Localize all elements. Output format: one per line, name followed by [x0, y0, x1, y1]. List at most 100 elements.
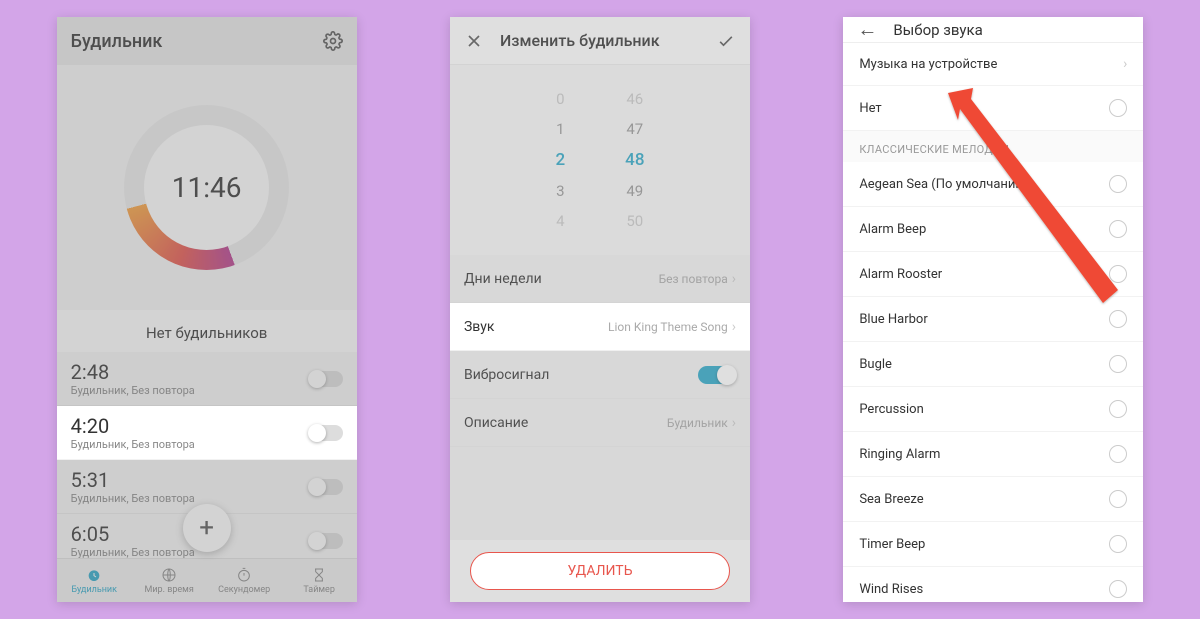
- stopwatch-icon: [236, 567, 252, 583]
- melody-label: Blue Harbor: [859, 312, 927, 327]
- delete-button[interactable]: УДАЛИТЬ: [470, 552, 730, 590]
- alarm-icon: [86, 567, 102, 583]
- radio-button[interactable]: [1109, 220, 1127, 238]
- alarm-toggle[interactable]: [309, 425, 343, 441]
- melody-row[interactable]: Alarm Rooster: [843, 252, 1143, 297]
- clock-area: 11:46: [57, 65, 357, 310]
- minute-column[interactable]: 46 47 48 49 50: [625, 90, 644, 230]
- alarm-sub: Будильник, Без повтора: [71, 384, 195, 397]
- alarm-toggle[interactable]: [309, 479, 343, 495]
- radio-button[interactable]: [1109, 355, 1127, 373]
- alarm-row[interactable]: 4:20 Будильник, Без повтора: [57, 406, 357, 460]
- tab-label: Будильник: [71, 585, 117, 595]
- row-label: Дни недели: [464, 271, 542, 287]
- radio-button[interactable]: [1109, 445, 1127, 463]
- tab-world[interactable]: Мир. время: [132, 559, 207, 602]
- picker-item: 0: [556, 90, 564, 108]
- picker-item: 49: [626, 182, 643, 200]
- screen-sound-select: ← Выбор звука Музыка на устройстве › Нет…: [843, 17, 1143, 602]
- row-value: Будильник: [667, 416, 728, 430]
- radio-button[interactable]: [1109, 400, 1127, 418]
- chevron-right-icon: ›: [732, 271, 736, 287]
- radio-button[interactable]: [1109, 265, 1127, 283]
- alarm-sub: Будильник, Без повтора: [71, 492, 195, 505]
- tab-stopwatch[interactable]: Секундомер: [207, 559, 282, 602]
- page-title: Будильник: [71, 31, 163, 52]
- row-value: Без повтора: [659, 272, 728, 286]
- melody-list: Aegean Sea (По умолчанию) Alarm Beep Alarm…: [843, 162, 1143, 602]
- page-title: Выбор звука: [893, 21, 982, 39]
- settings-icon[interactable]: [323, 31, 343, 51]
- alarm-time: 5:31: [71, 468, 195, 492]
- alarm-time: 6:05: [71, 522, 195, 546]
- melody-label: Sea Breeze: [859, 492, 923, 507]
- picker-item: 46: [626, 90, 643, 108]
- picker-item: 3: [556, 182, 564, 200]
- radio-button[interactable]: [1109, 99, 1127, 117]
- section-header: КЛАССИЧЕСКИЕ МЕЛОДИИ: [843, 131, 1143, 162]
- chevron-right-icon: ›: [1123, 56, 1127, 72]
- row-label: Вибросигнал: [464, 367, 549, 383]
- tab-label: Таймер: [303, 585, 334, 595]
- row-none[interactable]: Нет: [843, 86, 1143, 131]
- picker-item: 1: [556, 120, 564, 138]
- radio-button[interactable]: [1109, 580, 1127, 598]
- row-label: Музыка на устройстве: [859, 57, 997, 72]
- picker-item: 4: [556, 212, 564, 230]
- header: Изменить будильник: [450, 17, 750, 65]
- melody-label: Aegean Sea (По умолчанию): [859, 177, 1030, 192]
- tab-timer[interactable]: Таймер: [282, 559, 357, 602]
- melody-row[interactable]: Ringing Alarm: [843, 432, 1143, 477]
- melody-row[interactable]: Blue Harbor: [843, 297, 1143, 342]
- close-icon[interactable]: [464, 31, 484, 51]
- add-alarm-button[interactable]: +: [183, 504, 231, 552]
- alarm-row[interactable]: 2:48 Будильник, Без повтора: [57, 352, 357, 406]
- melody-label: Percussion: [859, 402, 923, 417]
- row-days[interactable]: Дни недели Без повтора ›: [450, 255, 750, 303]
- row-music-on-device[interactable]: Музыка на устройстве ›: [843, 43, 1143, 86]
- row-vibration[interactable]: Вибросигнал: [450, 351, 750, 399]
- tab-label: Мир. время: [145, 585, 194, 595]
- clock-ring: 11:46: [124, 105, 289, 270]
- tabbar: Будильник Мир. время Секундомер Таймер: [57, 558, 357, 602]
- melody-row[interactable]: Alarm Beep: [843, 207, 1143, 252]
- melody-row[interactable]: Sea Breeze: [843, 477, 1143, 522]
- radio-button[interactable]: [1109, 535, 1127, 553]
- header: Будильник: [57, 17, 357, 65]
- tab-alarm[interactable]: Будильник: [57, 559, 132, 602]
- melody-row[interactable]: Percussion: [843, 387, 1143, 432]
- hour-column[interactable]: 0 1 2 3 4: [555, 90, 565, 230]
- alarm-toggle[interactable]: [309, 533, 343, 549]
- back-icon[interactable]: ←: [857, 17, 877, 42]
- radio-button[interactable]: [1109, 490, 1127, 508]
- radio-button[interactable]: [1109, 175, 1127, 193]
- melody-row[interactable]: Bugle: [843, 342, 1143, 387]
- melody-row[interactable]: Timer Beep: [843, 522, 1143, 567]
- row-description[interactable]: Описание Будильник›: [450, 399, 750, 447]
- page-title: Изменить будильник: [500, 31, 700, 50]
- alarm-sub: Будильник, Без повтора: [71, 438, 195, 451]
- melody-row[interactable]: Wind Rises: [843, 567, 1143, 602]
- radio-button[interactable]: [1109, 310, 1127, 328]
- melody-row[interactable]: Aegean Sea (По умолчанию): [843, 162, 1143, 207]
- confirm-icon[interactable]: [716, 31, 736, 51]
- timer-icon: [311, 567, 327, 583]
- alarm-toggle[interactable]: [309, 371, 343, 387]
- vibration-toggle[interactable]: [698, 366, 736, 384]
- alarm-sub: Будильник, Без повтора: [71, 546, 195, 558]
- picker-item-selected: 48: [625, 150, 644, 170]
- alarm-time: 4:20: [71, 414, 195, 438]
- melody-label: Alarm Rooster: [859, 267, 942, 282]
- melody-label: Timer Beep: [859, 537, 925, 552]
- header: ← Выбор звука: [843, 17, 1143, 43]
- screen-alarm-list: Будильник 11:46 Нет будильников 2:48 Буд…: [57, 17, 357, 602]
- clock-time: 11:46: [144, 125, 269, 250]
- time-picker[interactable]: 0 1 2 3 4 46 47 48 49 50: [450, 65, 750, 255]
- picker-item: 47: [626, 120, 643, 138]
- melody-label: Wind Rises: [859, 582, 923, 597]
- alarm-time: 2:48: [71, 360, 195, 384]
- screen-edit-alarm: Изменить будильник 0 1 2 3 4 46 47 48 49…: [450, 17, 750, 602]
- picker-item-selected: 2: [555, 150, 565, 170]
- row-sound[interactable]: Звук Lion King Theme Song›: [450, 303, 750, 351]
- tab-label: Секундомер: [218, 585, 270, 595]
